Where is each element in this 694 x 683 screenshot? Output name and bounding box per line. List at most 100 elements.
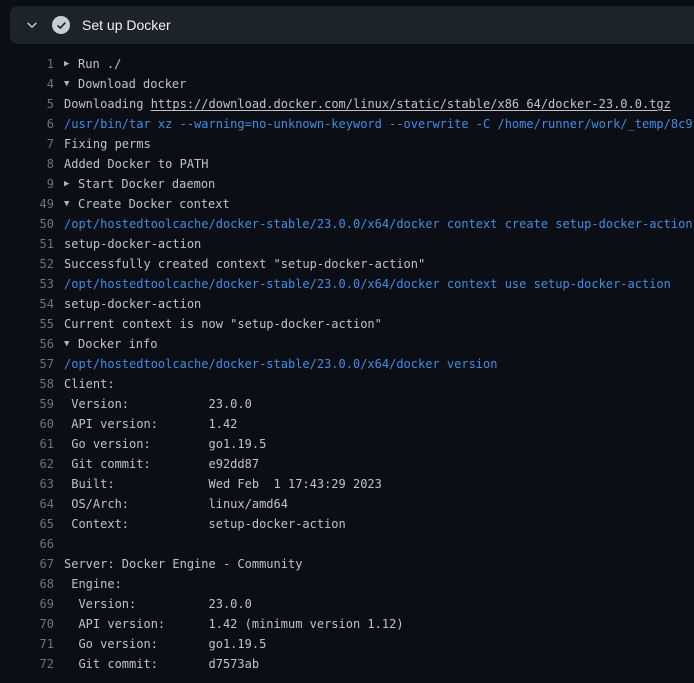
- log-command-line: /usr/bin/tar xz --warning=no-unknown-key…: [64, 114, 694, 134]
- log-group-title: Start Docker daemon: [78, 177, 215, 191]
- line-number[interactable]: 71: [0, 634, 54, 654]
- triangle-collapsed-icon[interactable]: ▶: [64, 54, 74, 74]
- log-line-row: 51 setup-docker-action: [0, 234, 694, 254]
- line-number[interactable]: 7: [0, 134, 54, 154]
- log-group-row: 49 ▼ Create Docker context: [0, 194, 694, 214]
- log-group-header[interactable]: ▶ Start Docker daemon: [64, 174, 215, 194]
- log-text-line: Engine:: [64, 574, 122, 594]
- log-text-line: Current context is now "setup-docker-act…: [64, 314, 382, 334]
- log-text-line: Server: Docker Engine - Community: [64, 554, 302, 574]
- log-group-title: Docker info: [78, 337, 157, 351]
- log-command-line: /opt/hostedtoolcache/docker-stable/23.0.…: [64, 354, 497, 374]
- line-number[interactable]: 68: [0, 574, 54, 594]
- line-number[interactable]: 66: [0, 534, 54, 554]
- log-group-row: 4 ▼ Download docker: [0, 74, 694, 94]
- log-line-row: 63 Built: Wed Feb 1 17:43:29 2023: [0, 474, 694, 494]
- line-number[interactable]: 67: [0, 554, 54, 574]
- log-line-row: 5 Downloading https://download.docker.com…: [0, 94, 694, 114]
- line-number[interactable]: 53: [0, 274, 54, 294]
- log-lines: 1 ▶ Run ./ 4 ▼ Download docker 5 Downloading ht…: [0, 44, 694, 674]
- log-text-line: OS/Arch: linux/amd64: [64, 494, 288, 514]
- line-number[interactable]: 54: [0, 294, 54, 314]
- log-line-row: 65 Context: setup-docker-action: [0, 514, 694, 534]
- triangle-expanded-icon[interactable]: ▼: [64, 334, 74, 354]
- line-number[interactable]: 58: [0, 374, 54, 394]
- log-group-title: Download docker: [78, 77, 186, 91]
- line-number[interactable]: 4: [0, 74, 54, 94]
- log-group-header[interactable]: ▼ Docker info: [64, 334, 157, 354]
- log-line-row: 7 Fixing perms: [0, 134, 694, 154]
- log-line-row: 71 Go version: go1.19.5: [0, 634, 694, 654]
- log-command-line: /opt/hostedtoolcache/docker-stable/23.0.…: [64, 274, 671, 294]
- triangle-expanded-icon[interactable]: ▼: [64, 74, 74, 94]
- line-number[interactable]: 52: [0, 254, 54, 274]
- line-number[interactable]: 63: [0, 474, 54, 494]
- line-number[interactable]: 59: [0, 394, 54, 414]
- line-number[interactable]: 57: [0, 354, 54, 374]
- line-number[interactable]: 69: [0, 594, 54, 614]
- log-url-link[interactable]: https://download.docker.com/linux/static…: [151, 97, 671, 111]
- log-text-line: Downloading https://download.docker.com/…: [64, 94, 671, 114]
- log-text-line: setup-docker-action: [64, 294, 201, 314]
- log-line-row: 62 Git commit: e92dd87: [0, 454, 694, 474]
- line-number[interactable]: 72: [0, 654, 54, 674]
- log-text-line: Go version: go1.19.5: [64, 434, 266, 454]
- log-line-row: 53/opt/hostedtoolcache/docker-stable/23.…: [0, 274, 694, 294]
- line-number[interactable]: 49: [0, 194, 54, 214]
- line-number[interactable]: 64: [0, 494, 54, 514]
- log-text-line: Built: Wed Feb 1 17:43:29 2023: [64, 474, 382, 494]
- log-group-title: Create Docker context: [78, 197, 230, 211]
- step-header-setup-docker[interactable]: Set up Docker: [10, 6, 694, 44]
- log-line-row: 50/opt/hostedtoolcache/docker-stable/23.…: [0, 214, 694, 234]
- log-text-line: Added Docker to PATH: [64, 154, 209, 174]
- triangle-collapsed-icon[interactable]: ▶: [64, 174, 74, 194]
- log-text-line: Git commit: d7573ab: [64, 654, 259, 674]
- line-number[interactable]: 9: [0, 174, 54, 194]
- log-group-header[interactable]: ▼ Download docker: [64, 74, 186, 94]
- log-line-row: 60 API version: 1.42: [0, 414, 694, 434]
- chevron-down-icon[interactable]: [24, 17, 40, 33]
- log-text-line: Git commit: e92dd87: [64, 454, 259, 474]
- log-text-line: setup-docker-action: [64, 234, 201, 254]
- line-number[interactable]: 5: [0, 94, 54, 114]
- log-line-row: 72 Git commit: d7573ab: [0, 654, 694, 674]
- line-number[interactable]: 1: [0, 54, 54, 74]
- line-number[interactable]: 6: [0, 114, 54, 134]
- line-number[interactable]: 65: [0, 514, 54, 534]
- log-line-row: 67 Server: Docker Engine - Community: [0, 554, 694, 574]
- line-number[interactable]: 62: [0, 454, 54, 474]
- log-line-row: 8 Added Docker to PATH: [0, 154, 694, 174]
- log-text-line: Client:: [64, 374, 115, 394]
- line-number[interactable]: 8: [0, 154, 54, 174]
- log-line-row: 59 Version: 23.0.0: [0, 394, 694, 414]
- line-number[interactable]: 50: [0, 214, 54, 234]
- line-number[interactable]: 56: [0, 334, 54, 354]
- log-line-row: 64 OS/Arch: linux/amd64: [0, 494, 694, 514]
- log-text-line: API version: 1.42: [64, 414, 237, 434]
- line-number[interactable]: 60: [0, 414, 54, 434]
- log-group-header[interactable]: ▶ Run ./: [64, 54, 121, 74]
- log-line-row: 54 setup-docker-action: [0, 294, 694, 314]
- log-text-line: Context: setup-docker-action: [64, 514, 346, 534]
- log-text-line: Version: 23.0.0: [64, 394, 252, 414]
- log-text-line: Version: 23.0.0: [64, 594, 252, 614]
- log-line-row: 70 API version: 1.42 (minimum version 1.…: [0, 614, 694, 634]
- log-text-line: Fixing perms: [64, 134, 151, 154]
- log-command-line: /opt/hostedtoolcache/docker-stable/23.0.…: [64, 214, 693, 234]
- log-group-title: Run ./: [78, 57, 121, 71]
- line-number[interactable]: 55: [0, 314, 54, 334]
- log-text-segment: Downloading: [64, 97, 151, 111]
- log-group-row: 1 ▶ Run ./: [0, 54, 694, 74]
- triangle-expanded-icon[interactable]: ▼: [64, 194, 74, 214]
- line-number[interactable]: 70: [0, 614, 54, 634]
- log-line-row: 61 Go version: go1.19.5: [0, 434, 694, 454]
- log-text-line: Go version: go1.19.5: [64, 634, 266, 654]
- log-group-row: 56 ▼ Docker info: [0, 334, 694, 354]
- line-number[interactable]: 51: [0, 234, 54, 254]
- log-line-row: 52Successfully created context "setup-do…: [0, 254, 694, 274]
- log-group-header[interactable]: ▼ Create Docker context: [64, 194, 230, 214]
- step-title: Set up Docker: [82, 17, 171, 33]
- log-line-row: 69 Version: 23.0.0: [0, 594, 694, 614]
- line-number[interactable]: 61: [0, 434, 54, 454]
- log-line-row: 68 Engine:: [0, 574, 694, 594]
